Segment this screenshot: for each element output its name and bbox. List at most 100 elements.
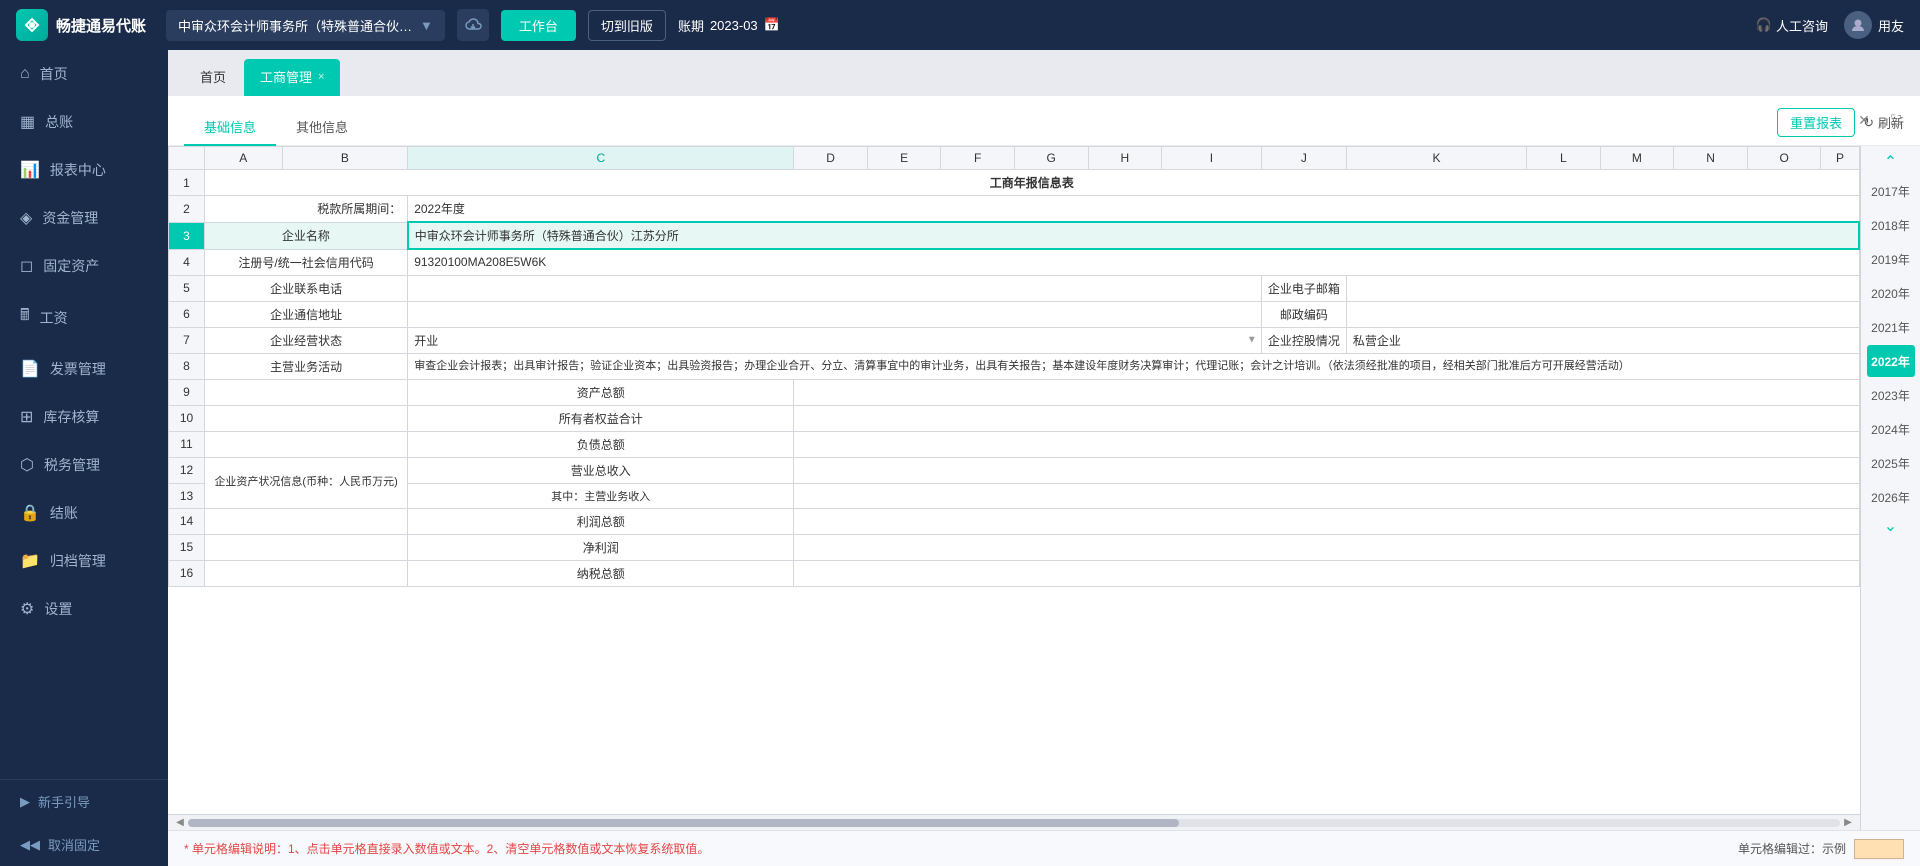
newbie-guide-btn[interactable]: ▶ 新手引导 [0, 780, 168, 823]
sidebar-item-home[interactable]: ⌂ 首页 [0, 50, 168, 98]
cell-corp-asset-label: 企业资产状况信息(币种：人民币万元) [205, 457, 408, 508]
cell-period-value[interactable]: 2022年度 [408, 196, 1859, 223]
sidebar-item-settings[interactable]: ⚙ 设置 [0, 585, 168, 633]
year-2017[interactable]: 2017年 [1867, 175, 1915, 207]
cell-biz-status-label: 企业经营状态 [205, 327, 408, 353]
tab-close-icon[interactable]: × [318, 71, 324, 83]
sidebar-item-wages[interactable]: 🖩 工资 [0, 290, 168, 345]
year-2022[interactable]: 2022年 [1867, 345, 1915, 377]
cell-biz-status-value[interactable]: 开业 ▼ [408, 327, 1262, 353]
spreadsheet-scroll[interactable]: A B C D E F G H I J [168, 146, 1860, 814]
sidebar-item-close[interactable]: 🔒 结账 [0, 489, 168, 537]
sidebar-item-reports[interactable]: 📊 报表中心 [0, 146, 168, 194]
workbench-button[interactable]: 工作台 [501, 10, 576, 41]
tax-icon: ⬡ [20, 455, 34, 475]
col-f-header: F [941, 147, 1014, 170]
year-2018[interactable]: 2018年 [1867, 209, 1915, 241]
year-2021[interactable]: 2021年 [1867, 311, 1915, 343]
sidebar: ⌂ 首页 ▦ 总账 📊 报表中心 ◈ 资金管理 ◻ 固定资产 🖩 工资 📄 发票… [0, 50, 168, 866]
year-2023[interactable]: 2023年 [1867, 379, 1915, 411]
cell-asset-value[interactable] [794, 379, 1859, 405]
year-2025[interactable]: 2025年 [1867, 447, 1915, 479]
cell-net-profit-label: 净利润 [408, 534, 794, 560]
cell-reg-value[interactable]: 91320100MA208E5W6K [408, 249, 1859, 275]
home-icon: ⌂ [20, 65, 30, 83]
col-n-header: N [1674, 147, 1748, 170]
guide-icon: ▶ [20, 794, 30, 810]
spreadsheet-main: A B C D E F G H I J [168, 146, 1860, 830]
window-expand-button[interactable]: ⛶ [1884, 108, 1908, 132]
old-version-button[interactable]: 切到旧版 [588, 10, 666, 41]
cell-equity-label: 所有者权益合计 [408, 405, 794, 431]
year-2026[interactable]: 2026年 [1867, 481, 1915, 513]
cell-main-rev-value[interactable] [794, 483, 1859, 508]
table-row: 14 利润总额 [169, 508, 1860, 534]
cell-debt-value[interactable] [794, 431, 1859, 457]
scroll-thumb[interactable] [188, 819, 1179, 827]
table-row: 9 资产总额 [169, 379, 1860, 405]
sidebar-item-inventory[interactable]: ⊞ 库存核算 [0, 393, 168, 441]
cell-total-rev-value[interactable] [794, 457, 1859, 483]
funds-icon: ◈ [20, 208, 32, 228]
table-row: 1 工商年报信息表 [169, 170, 1860, 196]
dropdown-arrow-icon: ▼ [1247, 335, 1257, 346]
cell-company-value[interactable]: 中审众环会计师事务所（特殊普通合伙）江苏分所 [408, 222, 1859, 249]
sidebar-item-funds[interactable]: ◈ 资金管理 [0, 194, 168, 242]
cell-address-label: 企业通信地址 [205, 301, 408, 327]
sub-tab-basic[interactable]: 基础信息 [184, 109, 276, 146]
cell-address-value[interactable] [408, 301, 1262, 327]
cell-profit-value[interactable] [794, 508, 1859, 534]
cell-equity-value[interactable] [794, 405, 1859, 431]
col-c-header: C [408, 147, 794, 170]
tab-industry[interactable]: 工商管理 × [244, 59, 340, 96]
reset-report-button[interactable]: 重置报表 [1777, 108, 1855, 137]
sidebar-item-archive[interactable]: 📁 归档管理 [0, 537, 168, 585]
sub-tabs: 基础信息 其他信息 重置报表 ↻ 刷新 [168, 96, 1920, 146]
horizontal-scrollbar[interactable]: ◀ ▶ [168, 814, 1860, 830]
user-area[interactable]: 用友 [1844, 11, 1904, 39]
sidebar-item-ledger[interactable]: ▦ 总账 [0, 98, 168, 146]
year-2024[interactable]: 2024年 [1867, 413, 1915, 445]
sub-tab-other[interactable]: 其他信息 [276, 109, 368, 146]
year-2020[interactable]: 2020年 [1867, 277, 1915, 309]
table-row-highlight: 3 企业名称 中审众环会计师事务所（特殊普通合伙）江苏分所 [169, 222, 1860, 249]
cell-tax-value[interactable] [794, 560, 1859, 586]
cell-postcode-value[interactable] [1346, 301, 1859, 327]
sidebar-item-invoices[interactable]: 📄 发票管理 [0, 345, 168, 393]
tab-home[interactable]: 首页 [184, 59, 242, 96]
company-name: 中审众环会计师事务所（特殊普通合伙… [178, 16, 412, 35]
scroll-track[interactable] [188, 819, 1840, 827]
col-g-header: G [1014, 147, 1088, 170]
logo-area: 畅捷通易代账 [16, 9, 146, 41]
calendar-icon[interactable]: 📅 [764, 17, 780, 33]
status-right: 单元格编辑过：示例 [1738, 839, 1904, 859]
cell-email-value[interactable] [1346, 275, 1859, 301]
period-label: 账期 [678, 16, 704, 35]
col-d-header: D [794, 147, 868, 170]
col-l-header: L [1527, 147, 1600, 170]
cloud-sync-icon[interactable] [457, 9, 489, 41]
cell-phone-value[interactable] [408, 275, 1262, 301]
unpin-btn[interactable]: ◀◀ 取消固定 [0, 823, 168, 866]
cell-main-biz-value[interactable]: 审查企业会计报表；出具审计报告；验证企业资本；出具验资报告；办理企业合开、分立、… [408, 353, 1859, 379]
close-account-icon: 🔒 [20, 503, 40, 523]
year-2019[interactable]: 2019年 [1867, 243, 1915, 275]
row-num-9: 9 [169, 379, 205, 405]
year-scroll-down-button[interactable]: ⌄ [1873, 514, 1909, 538]
header-right: 🎧 人工咨询 用友 [1756, 11, 1904, 39]
year-scroll-up-button[interactable]: ⌃ [1873, 150, 1909, 174]
row-num-4: 4 [169, 249, 205, 275]
sidebar-item-assets[interactable]: ◻ 固定资产 [0, 242, 168, 290]
window-close-button[interactable]: ✕ [1852, 108, 1876, 132]
company-dropdown-icon: ▼ [420, 18, 433, 33]
cell-holding-label: 企业控股情况 [1261, 327, 1346, 353]
cell-title[interactable]: 工商年报信息表 [205, 170, 1860, 196]
year-sidebar: ⌃ 2017年 2018年 2019年 2020年 2021年 2022年 20… [1860, 146, 1920, 830]
scroll-right-arrow[interactable]: ▶ [1840, 815, 1856, 831]
company-selector[interactable]: 中审众环会计师事务所（特殊普通合伙… ▼ [166, 10, 445, 41]
sidebar-item-tax[interactable]: ⬡ 税务管理 [0, 441, 168, 489]
scroll-left-arrow[interactable]: ◀ [172, 815, 188, 831]
cell-net-profit-value[interactable] [794, 534, 1859, 560]
customer-service-btn[interactable]: 🎧 人工咨询 [1756, 16, 1828, 35]
cell-holding-value[interactable]: 私营企业 [1346, 327, 1859, 353]
